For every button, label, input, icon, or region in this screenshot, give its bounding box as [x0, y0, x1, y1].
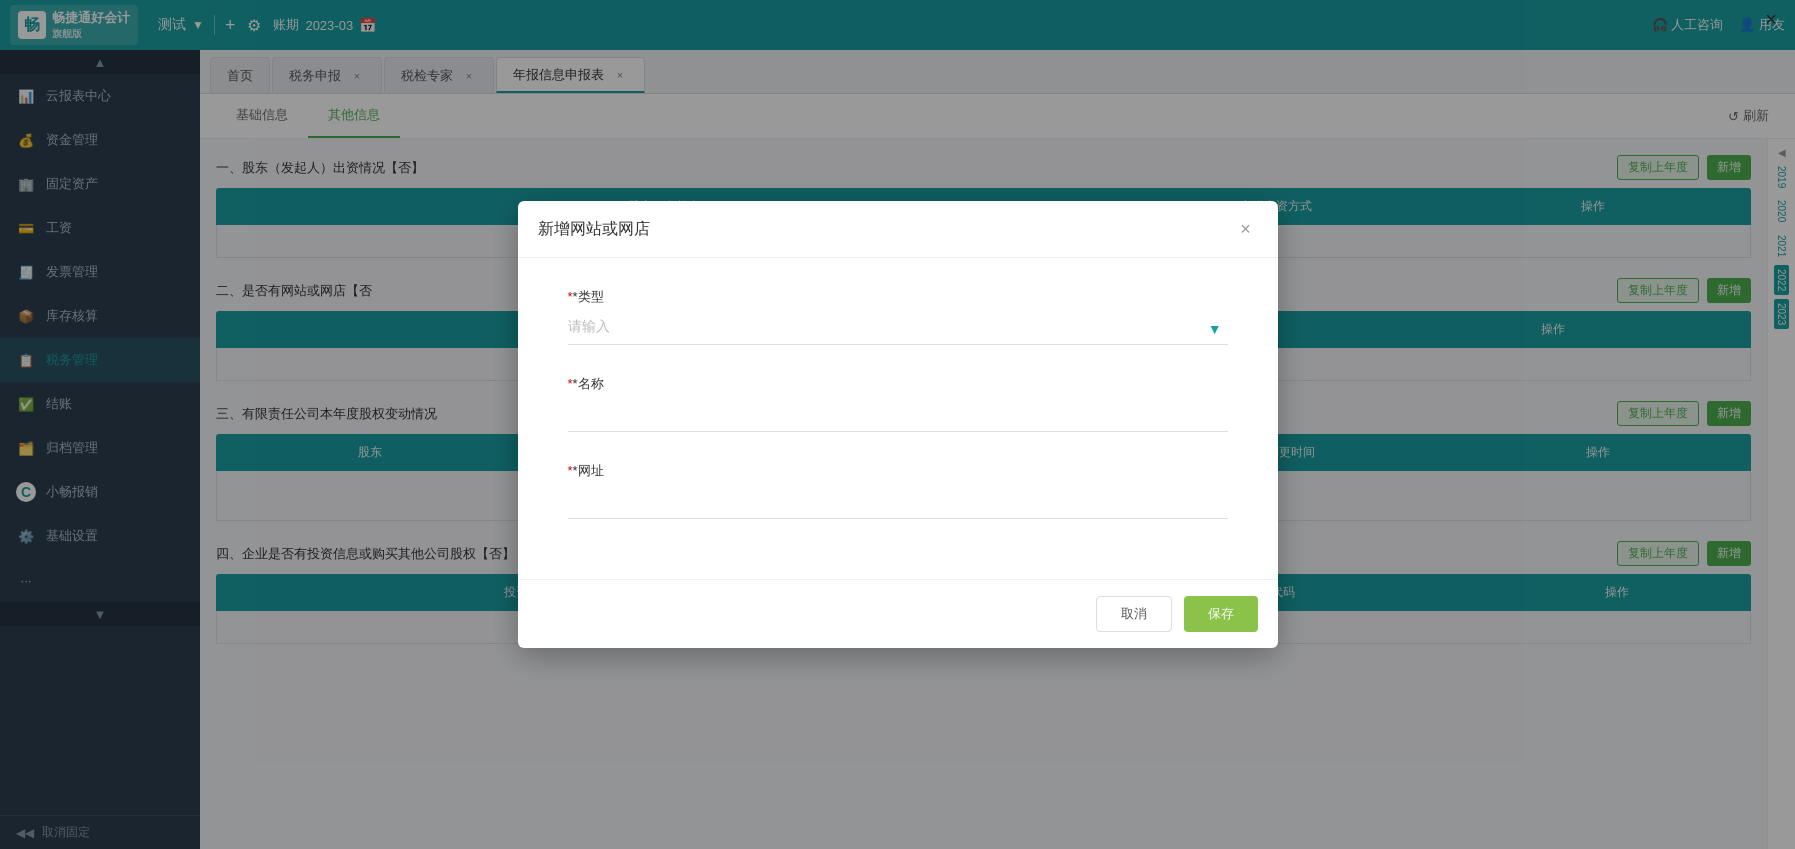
dialog-footer: 取消 保存	[518, 579, 1278, 648]
form-field-type: **类型 ▼	[568, 288, 1228, 345]
name-input-wrap	[568, 401, 1228, 432]
name-label: **名称	[568, 375, 1228, 393]
cancel-button[interactable]: 取消	[1096, 596, 1172, 632]
dialog-header: 新增网站或网店 ×	[518, 201, 1278, 258]
name-input[interactable]	[568, 401, 1228, 425]
type-input[interactable]	[568, 314, 1228, 338]
dialog-title: 新增网站或网店	[538, 219, 650, 240]
dialog-body: **类型 ▼ **名称 **网址	[518, 258, 1278, 579]
save-button[interactable]: 保存	[1184, 596, 1258, 632]
url-input[interactable]	[568, 488, 1228, 512]
form-field-url: **网址	[568, 462, 1228, 519]
type-input-wrap: ▼	[568, 314, 1228, 345]
url-input-wrap	[568, 488, 1228, 519]
add-website-dialog: 新增网站或网店 × **类型 ▼ **名称	[518, 201, 1278, 648]
type-label: **类型	[568, 288, 1228, 306]
form-field-name: **名称	[568, 375, 1228, 432]
modal-overlay: 新增网站或网店 × **类型 ▼ **名称	[0, 0, 1795, 849]
dialog-close-button[interactable]: ×	[1234, 217, 1258, 241]
url-label: **网址	[568, 462, 1228, 480]
type-dropdown-icon[interactable]: ▼	[1208, 321, 1222, 337]
